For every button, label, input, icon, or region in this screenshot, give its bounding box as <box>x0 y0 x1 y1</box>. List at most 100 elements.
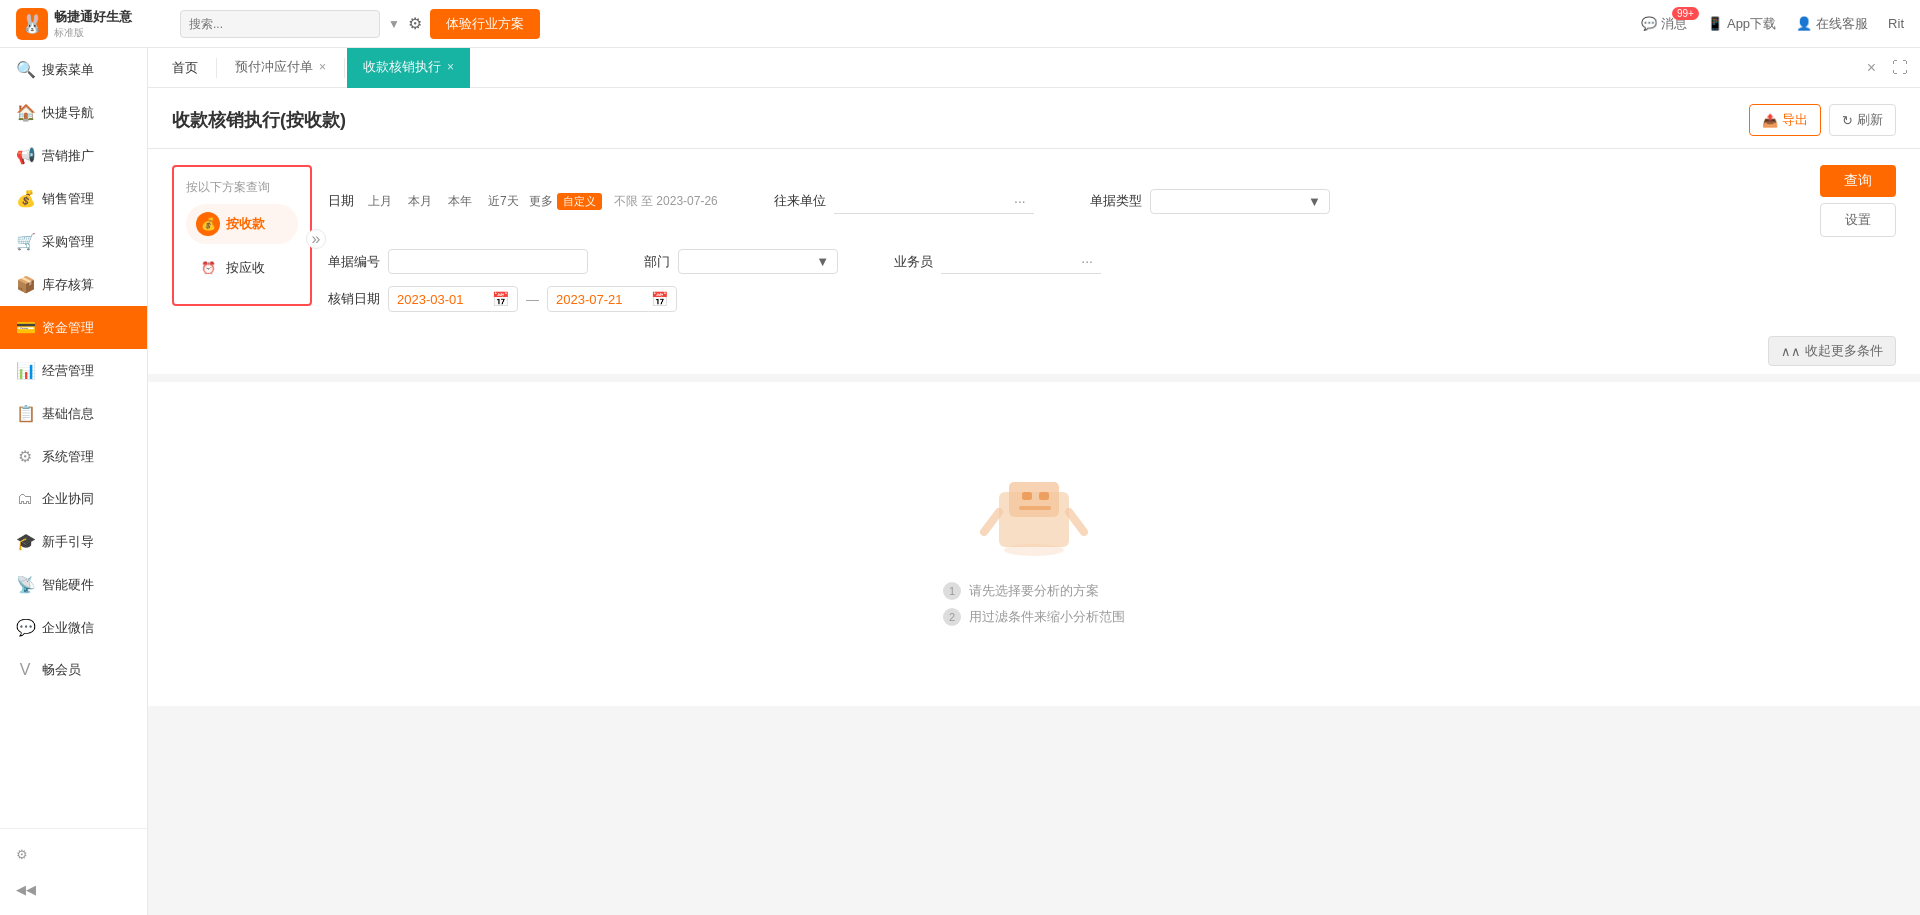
counterparty-dots[interactable]: ··· <box>1014 193 1026 209</box>
sidebar-item-quicknav[interactable]: 🏠 快捷导航 <box>0 91 147 134</box>
export-button[interactable]: 📤 导出 <box>1749 104 1821 136</box>
message-button[interactable]: 💬 消息 99+ <box>1641 15 1687 33</box>
svg-rect-1 <box>1009 482 1059 517</box>
message-badge: 99+ <box>1672 7 1699 20</box>
sidebar-label-system: 系统管理 <box>42 448 94 466</box>
trial-button[interactable]: 体验行业方案 <box>430 9 540 39</box>
tab-prepay-label: 预付冲应付单 <box>235 58 313 76</box>
date-custom-badge[interactable]: 自定义 <box>557 193 602 210</box>
billno-input[interactable] <box>388 249 588 274</box>
dept-select-arrow: ▼ <box>816 254 829 269</box>
online-service-button[interactable]: 👤 在线客服 <box>1796 15 1868 33</box>
refresh-icon: ↻ <box>1842 113 1853 128</box>
sidebar-item-wechat[interactable]: 💬 企业微信 <box>0 606 147 649</box>
calendar-end-icon[interactable]: 📅 <box>651 291 668 307</box>
billtype-label: 单据类型 <box>1090 192 1142 210</box>
tab-collection[interactable]: 收款核销执行 × <box>347 48 470 88</box>
guide-icon: 🎓 <box>16 532 34 551</box>
staff-dots[interactable]: ··· <box>1081 253 1093 269</box>
tab-prepay[interactable]: 预付冲应付单 × <box>219 48 342 88</box>
sidebar: 🔍 搜索菜单 🏠 快捷导航 📢 营销推广 💰 销售管理 🛒 采购管理 📦 库存核… <box>0 48 148 915</box>
refresh-button[interactable]: ↻ 刷新 <box>1829 104 1896 136</box>
tabs-close-all-button[interactable]: × <box>1863 55 1880 81</box>
empty-tips: 1 请先选择要分析的方案 2 用过滤条件来缩小分析范围 <box>943 582 1125 626</box>
tab-collection-close[interactable]: × <box>447 60 454 74</box>
sidebar-item-operation[interactable]: 📊 经营管理 <box>0 349 147 392</box>
date-last-month[interactable]: 上月 <box>362 191 398 212</box>
online-service-icon: 👤 <box>1796 16 1812 31</box>
sales-icon: 💰 <box>16 189 34 208</box>
sidebar-label-member: 畅会员 <box>42 661 81 679</box>
filter-mode-panel: 按以下方案查询 💰 按收款 ⏰ 按应收 <box>172 165 312 306</box>
user-profile[interactable]: Rit <box>1888 16 1904 31</box>
sidebar-item-purchase[interactable]: 🛒 采购管理 <box>0 220 147 263</box>
tabs-expand-button[interactable]: ⛶ <box>1888 55 1912 81</box>
header-search-input[interactable] <box>180 10 380 38</box>
date-this-year[interactable]: 本年 <box>442 191 478 212</box>
query-button[interactable]: 查询 <box>1820 165 1896 197</box>
filter-option-by-receipt[interactable]: 💰 按收款 <box>186 204 298 244</box>
sidebar-item-guide[interactable]: 🎓 新手引导 <box>0 520 147 563</box>
filter-row-2: 单据编号 部门 ▼ 业务员 <box>328 249 1896 274</box>
date-7days[interactable]: 近7天 <box>482 191 525 212</box>
billtype-select-arrow: ▼ <box>1308 194 1321 209</box>
date-more[interactable]: 更多 <box>529 193 553 210</box>
verifydate-end-input[interactable]: 2023-07-21 📅 <box>547 286 677 312</box>
dropdown-arrow-icon[interactable]: ▼ <box>388 17 400 31</box>
page-header-actions: 📤 导出 ↻ 刷新 <box>1749 104 1896 136</box>
query-actions: 查询 设置 <box>1820 165 1896 237</box>
filter-panel: 按以下方案查询 💰 按收款 ⏰ 按应收 » <box>148 149 1920 328</box>
filter-row-3: 核销日期 2023-03-01 📅 — 2023-07-21 📅 <box>328 286 1896 312</box>
sidebar-item-marketing[interactable]: 📢 营销推广 <box>0 134 147 177</box>
sidebar-label-basicinfo: 基础信息 <box>42 405 94 423</box>
logo-subtitle: 标准版 <box>54 26 132 40</box>
filter-collapse-arrow[interactable]: » <box>306 229 326 249</box>
sidebar-settings-button[interactable]: ⚙ <box>0 837 147 872</box>
date-no-limit: 不限 至 2023-07-26 <box>614 193 718 210</box>
purchase-icon: 🛒 <box>16 232 34 251</box>
date-range-separator: — <box>526 292 539 307</box>
dept-select[interactable]: ▼ <box>678 249 838 274</box>
date-this-month[interactable]: 本月 <box>402 191 438 212</box>
app-download-icon: 📱 <box>1707 16 1723 31</box>
sidebar-item-finance[interactable]: 💳 资金管理 <box>0 306 147 349</box>
sidebar-collapse-button[interactable]: ◀◀ <box>0 872 147 907</box>
sidebar-item-inventory[interactable]: 📦 库存核算 <box>0 263 147 306</box>
counterparty-label: 往来单位 <box>774 192 826 210</box>
logo-area: 🐰 畅捷通好生意 标准版 <box>16 8 164 40</box>
sidebar-item-hardware[interactable]: 📡 智能硬件 <box>0 563 147 606</box>
online-service-label: 在线客服 <box>1816 15 1868 33</box>
search-icon: 🔍 <box>16 60 34 79</box>
logo-text: 畅捷通好生意 标准版 <box>54 8 132 40</box>
filter-verifydate-group: 核销日期 2023-03-01 📅 — 2023-07-21 📅 <box>328 286 677 312</box>
sidebar-item-search[interactable]: 🔍 搜索菜单 <box>0 48 147 91</box>
app-download-button[interactable]: 📱 App下载 <box>1707 15 1776 33</box>
gear-icon[interactable]: ⚙ <box>408 14 422 33</box>
sidebar-item-member[interactable]: V 畅会员 <box>0 649 147 691</box>
filter-row-1: 日期 上月 本月 本年 近7天 更多 自定义 不限 至 2023-07-26 <box>328 165 1896 237</box>
export-label: 导出 <box>1782 111 1808 129</box>
tab-prepay-close[interactable]: × <box>319 60 326 74</box>
billtype-select[interactable]: ▼ <box>1150 189 1330 214</box>
sidebar-label-guide: 新手引导 <box>42 533 94 551</box>
calendar-start-icon[interactable]: 📅 <box>492 291 509 307</box>
sidebar-label-collab: 企业协同 <box>42 490 94 508</box>
sidebar-item-system[interactable]: ⚙ 系统管理 <box>0 435 147 478</box>
filter-fields: 日期 上月 本月 本年 近7天 更多 自定义 不限 至 2023-07-26 <box>328 165 1896 312</box>
verifydate-start-input[interactable]: 2023-03-01 📅 <box>388 286 518 312</box>
filter-billtype-group: 单据类型 ▼ <box>1090 189 1330 214</box>
sidebar-item-sales[interactable]: 💰 销售管理 <box>0 177 147 220</box>
tab-home[interactable]: 首页 <box>156 48 214 88</box>
empty-state: 1 请先选择要分析的方案 2 用过滤条件来缩小分析范围 <box>148 382 1920 706</box>
filter-option-receipt-label: 按收款 <box>226 215 265 233</box>
settings-button[interactable]: 设置 <box>1820 203 1896 237</box>
sidebar-label-purchase: 采购管理 <box>42 233 94 251</box>
tabs-actions: × ⛶ <box>1863 55 1912 81</box>
collapse-more-button[interactable]: ∧∧ 收起更多条件 <box>1768 336 1896 366</box>
system-icon: ⚙ <box>16 447 34 466</box>
sidebar-item-collab[interactable]: 🗂 企业协同 <box>0 478 147 520</box>
billno-label: 单据编号 <box>328 253 380 271</box>
filter-option-by-receivable[interactable]: ⏰ 按应收 <box>186 248 298 288</box>
sidebar-label-sales: 销售管理 <box>42 190 94 208</box>
sidebar-item-basicinfo[interactable]: 📋 基础信息 <box>0 392 147 435</box>
